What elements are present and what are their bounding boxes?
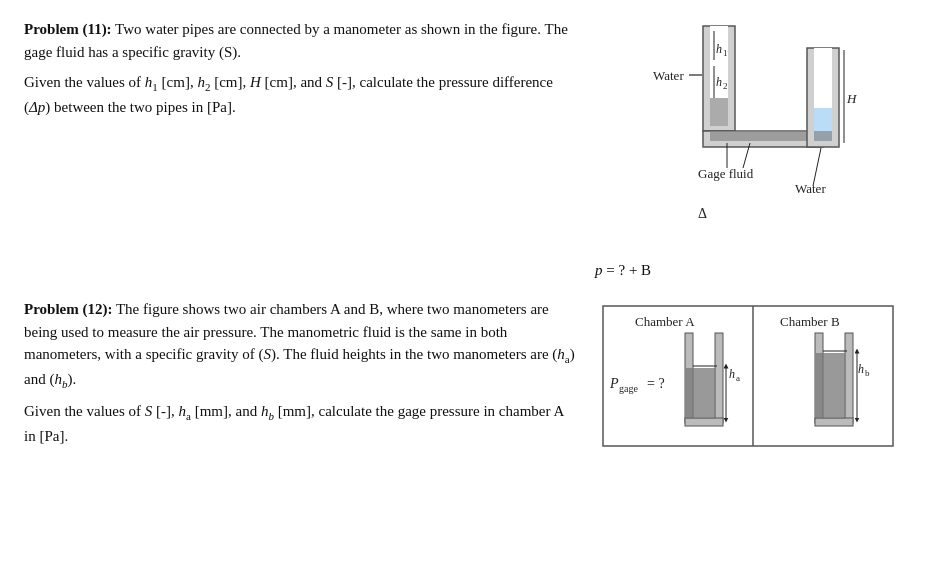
h1-label: h xyxy=(716,42,722,56)
problem12-svg: Chamber A Chamber B h a P gage = xyxy=(595,298,905,458)
problem11-title: Problem (11): xyxy=(24,21,112,37)
problem11-para2: Given the values of h1 [cm], h2 [cm], H … xyxy=(24,71,575,118)
svg-rect-11 xyxy=(814,131,832,141)
equals-label: = ? xyxy=(647,376,665,391)
h2-label: h xyxy=(716,75,722,89)
ha-sub: a xyxy=(736,373,740,383)
svg-rect-5 xyxy=(710,98,728,126)
svg-rect-24 xyxy=(845,333,853,423)
h1-sub: 1 xyxy=(723,48,728,58)
H-label: H xyxy=(846,91,857,106)
circle-b-sub: B xyxy=(641,262,651,278)
svg-rect-25 xyxy=(815,418,853,426)
svg-rect-21 xyxy=(686,368,715,419)
problem11-text: Problem (11): Two water pipes are connec… xyxy=(24,18,585,258)
svg-rect-26 xyxy=(816,353,845,419)
ha-label: h xyxy=(729,367,735,381)
water-label2: Water xyxy=(795,181,826,196)
problem11-figure: Water h 1 h 2 xyxy=(595,18,905,258)
problem12-text: Problem (12): The figure shows two air c… xyxy=(24,298,585,458)
problem12-figure: Chamber A Chamber B h a P gage = xyxy=(595,298,905,458)
svg-rect-19 xyxy=(715,333,723,423)
delta-p-label: Δ xyxy=(698,206,707,221)
problem11-para1: Problem (11): Two water pipes are connec… xyxy=(24,18,575,63)
hb-sub: b xyxy=(865,368,870,378)
pgage-sub: gage xyxy=(619,383,638,394)
hb-label: h xyxy=(858,362,864,376)
svg-rect-20 xyxy=(685,418,723,426)
chamber-b-label: Chamber B xyxy=(780,314,840,329)
problem12-section: Problem (12): The figure shows two air c… xyxy=(24,298,905,458)
page-content: Problem (11): Two water pipes are connec… xyxy=(24,18,905,458)
problem12-para1: Problem (12): The figure shows two air c… xyxy=(24,298,575,392)
problem12-para2: Given the values of S [‑], ha [mm], and … xyxy=(24,400,575,447)
pgage-p: P xyxy=(609,376,619,391)
problem12-title: Problem (12): xyxy=(24,301,112,317)
h2-sub: 2 xyxy=(723,81,728,91)
svg-rect-7 xyxy=(710,131,816,141)
gage-fluid-label: Gage fluid xyxy=(698,166,754,181)
problem11-svg: Water h 1 h 2 xyxy=(595,18,905,258)
chamber-a-label: Chamber A xyxy=(635,314,695,329)
problem11-section: Problem (11): Two water pipes are connec… xyxy=(24,18,905,258)
water-label1: Water xyxy=(653,68,684,83)
circle-b: + xyxy=(629,262,637,278)
